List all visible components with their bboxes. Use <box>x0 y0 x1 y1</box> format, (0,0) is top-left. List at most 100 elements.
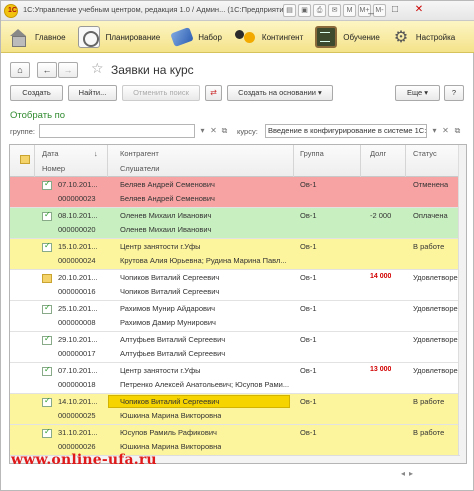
report-icon[interactable]: ⇄ <box>205 85 222 101</box>
header-number[interactable]: Номер <box>42 164 65 173</box>
row-status: В работе <box>413 242 445 251</box>
group-open-icon[interactable]: ⧉ <box>219 124 230 138</box>
mail-icon[interactable]: ✉ <box>328 4 341 17</box>
row-number: 000000017 <box>58 349 96 358</box>
row-group: Ов-1 <box>300 335 317 344</box>
posted-document-icon <box>42 427 52 438</box>
table-header: Дата ↓ Номер Контрагент Слушатели Группа… <box>10 145 466 177</box>
course-input[interactable]: Введение в конфигурирование в системе 1С… <box>265 124 427 138</box>
scroll-right-icon[interactable]: ▸ <box>409 469 413 478</box>
course-clear-icon[interactable]: ✕ <box>440 124 451 138</box>
print-icon[interactable]: ⎙ <box>313 4 326 17</box>
row-status: Оплачена <box>413 211 448 220</box>
save-icon[interactable]: ▣ <box>298 4 311 17</box>
row-listeners: Крутова Алия Юрьевна; Рудина Марина Павл… <box>120 256 287 265</box>
row-listeners: Чопиков Виталий Сергеевич <box>120 287 220 296</box>
table-row[interactable]: 14.10.201... 000000025 Чопиков Виталий Сер… <box>10 394 466 425</box>
header-date[interactable]: Дата <box>42 149 59 158</box>
posted-document-icon <box>42 365 52 376</box>
row-group: Ов-1 <box>300 428 317 437</box>
group-label: группе: <box>10 127 35 136</box>
close-button[interactable]: ✕ <box>409 3 429 17</box>
section-label: Набор <box>198 32 222 42</box>
row-status: В работе <box>413 397 445 406</box>
doc-icon[interactable]: ▤ <box>283 4 296 17</box>
back-button[interactable]: ← <box>37 62 57 78</box>
section-label: Контингент <box>261 32 304 42</box>
row-number: 000000008 <box>58 318 96 327</box>
row-group: Ов-1 <box>300 366 317 375</box>
row-group: Ов-1 <box>300 304 317 313</box>
command-bar: Создать Найти... Отменить поиск ⇄ Создат… <box>1 85 474 103</box>
forward-button[interactable]: → <box>58 62 78 78</box>
table-row[interactable]: 25.10.201... 000000008 Рахимов Мунир Айдар… <box>10 301 466 332</box>
form-header: ⌂ ← → ☆ Заявки на курс <box>1 54 474 84</box>
memory-m-icon[interactable]: M <box>343 4 356 17</box>
more-button[interactable]: Еще ▾ <box>395 85 440 101</box>
section-settings[interactable]: Настройка <box>386 21 461 53</box>
window-title: 1С:Управление учебным центром, редакция … <box>23 5 283 14</box>
table-row[interactable]: 29.10.201... 000000017 Алтуфьев Виталий Се… <box>10 332 466 363</box>
row-number: 000000016 <box>58 287 96 296</box>
row-date: 07.10.201... <box>58 366 98 375</box>
help-button[interactable]: ? <box>444 85 464 101</box>
table-row[interactable]: 15.10.201... 000000024 Центр занятости г.У… <box>10 239 466 270</box>
header-status[interactable]: Статус <box>413 149 437 158</box>
home-icon <box>7 26 29 48</box>
table-row[interactable]: 07.10.201... 000000023 Беляев Андрей Семен… <box>10 177 466 208</box>
folder-icon <box>20 155 30 164</box>
row-contractor: Юсупов Рамиль Рафикович <box>120 428 217 437</box>
section-enrollment[interactable]: Набор <box>166 21 228 53</box>
row-date: 14.10.201... <box>58 397 98 406</box>
requests-table: Дата ↓ Номер Контрагент Слушатели Группа… <box>9 144 467 464</box>
row-debt: -2 000 <box>370 211 392 220</box>
row-number: 000000026 <box>58 442 96 451</box>
star-icon[interactable]: ☆ <box>91 60 104 77</box>
scroll-left-icon[interactable]: ◂ <box>401 469 405 478</box>
row-number: 000000023 <box>58 194 96 203</box>
clock-icon <box>77 26 100 48</box>
group-input[interactable] <box>39 124 195 138</box>
group-clear-icon[interactable]: ✕ <box>208 124 219 138</box>
watermark-text: www.online-ufa.ru <box>11 452 157 468</box>
sections-panel: Главное Планирование Набор Контингент Об… <box>1 21 474 53</box>
row-number: 000000020 <box>58 225 96 234</box>
create-based-button[interactable]: Создать на основании ▾ <box>227 85 333 101</box>
row-date: 08.10.201... <box>58 211 98 220</box>
section-label: Обучение <box>343 32 380 42</box>
header-contractor[interactable]: Контрагент <box>120 149 159 158</box>
section-training[interactable]: Обучение <box>309 21 386 53</box>
posted-document-icon <box>42 396 52 407</box>
posted-document-icon <box>42 210 52 221</box>
header-group[interactable]: Группа <box>300 149 324 158</box>
course-label: курсу: <box>237 127 258 136</box>
vertical-scrollbar[interactable] <box>458 145 466 463</box>
section-planning[interactable]: Планирование <box>72 21 167 53</box>
table-row[interactable]: 07.10.201... 000000018 Центр занятости г.У… <box>10 363 466 394</box>
table-row[interactable]: 20.10.201... 000000016 Чопиков Виталий Сер… <box>10 270 466 301</box>
row-date: 20.10.201... <box>58 273 98 282</box>
people-icon <box>234 26 256 48</box>
app-logo-icon[interactable]: 1C <box>4 4 18 18</box>
folder-icon <box>42 274 52 283</box>
maximize-button[interactable]: □ <box>385 3 405 17</box>
course-dropdown-icon[interactable]: ▾ <box>429 124 440 138</box>
home-button[interactable]: ⌂ <box>10 62 30 78</box>
minimize-button[interactable]: _ <box>361 3 381 17</box>
group-dropdown-icon[interactable]: ▾ <box>197 124 208 138</box>
row-listeners: Рахимов Дамир Мунирович <box>120 318 216 327</box>
course-open-icon[interactable]: ⧉ <box>452 124 463 138</box>
find-button[interactable]: Найти... <box>68 85 117 101</box>
posted-document-icon <box>42 303 52 314</box>
table-row[interactable]: 08.10.201... 000000020 Оленев Михаил Ивано… <box>10 208 466 239</box>
header-debt[interactable]: Долг <box>370 149 386 158</box>
section-contingent[interactable]: Контингент <box>228 21 309 53</box>
section-main[interactable]: Главное <box>1 21 72 53</box>
header-listeners[interactable]: Слушатели <box>120 164 159 173</box>
create-button[interactable]: Создать <box>10 85 63 101</box>
cancel-search-button[interactable]: Отменить поиск <box>122 85 200 101</box>
posted-document-icon <box>42 241 52 252</box>
section-label: Планирование <box>105 32 161 42</box>
sort-desc-icon[interactable]: ↓ <box>94 149 98 158</box>
row-contractor: Рахимов Мунир Айдарович <box>120 304 216 313</box>
